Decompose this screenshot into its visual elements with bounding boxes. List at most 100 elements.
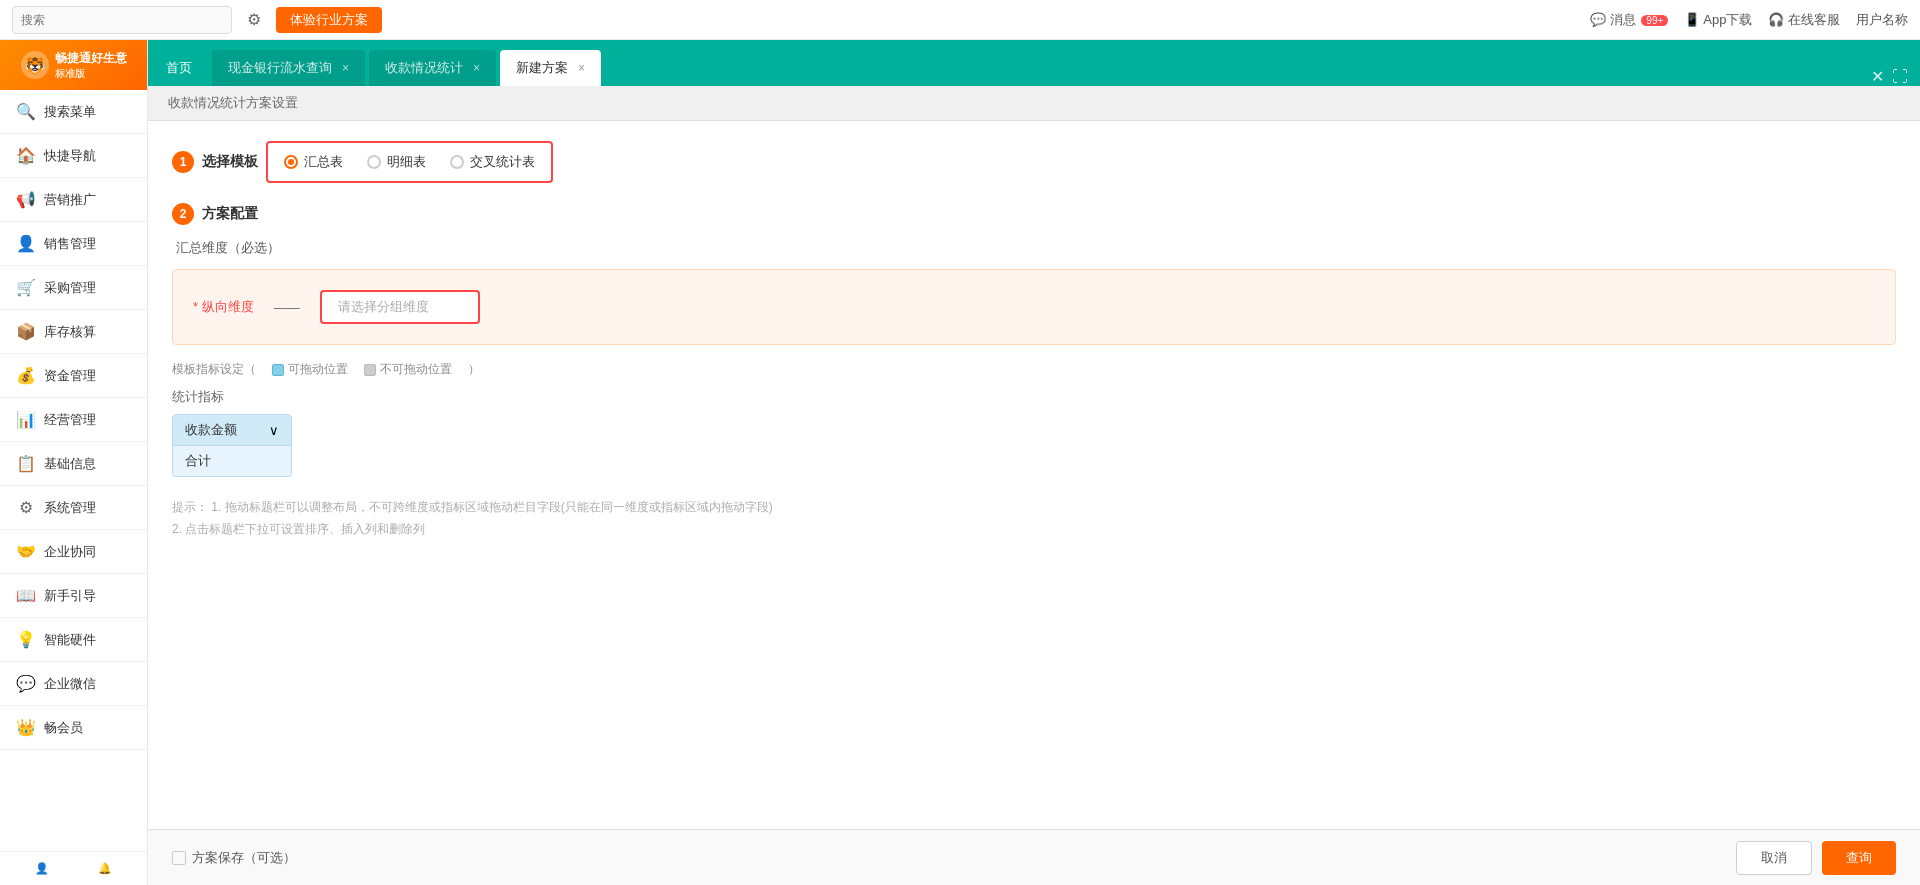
metrics-card-header[interactable]: 收款金额 ∨ xyxy=(173,415,291,446)
sidebar-item-member[interactable]: 👑 畅会员 xyxy=(0,706,147,750)
sidebar-item-label: 经营管理 xyxy=(44,411,96,429)
system-icon: ⚙ xyxy=(16,498,36,517)
step2-title: 方案配置 xyxy=(202,205,258,223)
save-plan-checkbox-box[interactable] xyxy=(172,851,186,865)
sidebar-item-purchase[interactable]: 🛒 采购管理 xyxy=(0,266,147,310)
tab-close-all-icon[interactable]: ✕ xyxy=(1871,67,1884,86)
sidebar-item-system[interactable]: ⚙ 系统管理 xyxy=(0,486,147,530)
dimension-label: * 纵向维度 xyxy=(193,298,254,316)
movable-tag: 可拖动位置 xyxy=(272,361,348,378)
tab-newplan-label: 新建方案 xyxy=(516,59,568,77)
sidebar-item-inventory[interactable]: 📦 库存核算 xyxy=(0,310,147,354)
sidebar-item-enterprise[interactable]: 🤝 企业协同 xyxy=(0,530,147,574)
footer-buttons: 取消 查询 xyxy=(1736,841,1896,875)
tab-expand-icon[interactable]: ⛶ xyxy=(1892,68,1908,86)
sidebar-item-label: 新手引导 xyxy=(44,587,96,605)
tab-collection-close[interactable]: × xyxy=(473,61,480,75)
sidebar-item-basic-info[interactable]: 📋 基础信息 xyxy=(0,442,147,486)
sidebar-user-icon[interactable]: 👤 xyxy=(35,862,49,875)
radio-detail[interactable]: 明细表 xyxy=(367,153,426,171)
radio-crosstab[interactable]: 交叉统计表 xyxy=(450,153,535,171)
fixed-tag: 不可拖动位置 xyxy=(364,361,452,378)
movable-label: 可拖动位置 xyxy=(288,361,348,378)
search-input[interactable] xyxy=(12,6,232,34)
tab-home-label: 首页 xyxy=(166,59,192,77)
plan-config: 汇总维度（必选） * 纵向维度 —— 请选择分组维度 模板指标设定（ xyxy=(172,239,1896,540)
sidebar-item-label: 采购管理 xyxy=(44,279,96,297)
metrics-section: 模板指标设定（ 可拖动位置 不可拖动位置 ） xyxy=(172,361,1896,477)
gear-icon[interactable]: ⚙ xyxy=(240,6,268,34)
tab-newplan-close[interactable]: × xyxy=(578,61,585,75)
basic-info-icon: 📋 xyxy=(16,454,36,473)
top-bar-right: 💬 消息 99+ 📱 App下载 🎧 在线客服 用户名称 xyxy=(1590,11,1908,29)
dimension-select[interactable]: 请选择分组维度 xyxy=(320,290,480,324)
dimension-area: * 纵向维度 —— 请选择分组维度 xyxy=(172,269,1896,345)
tab-home[interactable]: 首页 xyxy=(150,50,208,86)
metrics-header-label: 模板指标设定（ xyxy=(172,361,256,378)
sidebar-item-sales[interactable]: 👤 销售管理 xyxy=(0,222,147,266)
tab-bar-right: ✕ ⛶ xyxy=(1871,67,1920,86)
sidebar-item-finance[interactable]: 💰 资金管理 xyxy=(0,354,147,398)
radio-crosstab-circle xyxy=(450,155,464,169)
template-select-group: 汇总表 明细表 交叉统计表 xyxy=(266,141,553,183)
finance-icon: 💰 xyxy=(16,366,36,385)
sidebar-item-search[interactable]: 🔍 搜索菜单 xyxy=(0,90,147,134)
metrics-card-body: 合计 xyxy=(173,446,291,476)
sidebar-item-label: 快捷导航 xyxy=(44,147,96,165)
step1-header: 1 选择模板 汇总表 明细表 xyxy=(172,141,1896,183)
tip-line-1: 提示： 1. 拖动标题栏可以调整布局，不可跨维度或指标区域拖动栏目字段(只能在同… xyxy=(172,497,1896,519)
close-paren: ） xyxy=(468,361,480,378)
tip-line-2: 2. 点击标题栏下拉可设置排序、插入列和删除列 xyxy=(172,519,1896,541)
sidebar: 🐯 畅捷通好生意 标准版 🔍 搜索菜单 🏠 快捷导航 📢 营销推广 👤 销售管理… xyxy=(0,40,148,885)
home-icon: 🏠 xyxy=(16,146,36,165)
radio-summary-circle xyxy=(284,155,298,169)
query-button[interactable]: 查询 xyxy=(1822,841,1896,875)
radio-summary[interactable]: 汇总表 xyxy=(284,153,343,171)
sidebar-item-marketing[interactable]: 📢 营销推广 xyxy=(0,178,147,222)
sidebar-item-guide[interactable]: 📖 新手引导 xyxy=(0,574,147,618)
tab-collection[interactable]: 收款情况统计 × xyxy=(369,50,496,86)
service-link[interactable]: 🎧 在线客服 xyxy=(1768,11,1840,29)
sidebar-item-label: 畅会员 xyxy=(44,719,83,737)
tab-cashbank-label: 现金银行流水查询 xyxy=(228,59,332,77)
cancel-button[interactable]: 取消 xyxy=(1736,841,1812,875)
step1-section: 1 选择模板 汇总表 明细表 xyxy=(172,141,1896,183)
search-icon: 🔍 xyxy=(16,102,36,121)
sidebar-notify-icon[interactable]: 🔔 xyxy=(98,862,112,875)
sidebar-item-label: 系统管理 xyxy=(44,499,96,517)
sidebar-item-wechat[interactable]: 💬 企业微信 xyxy=(0,662,147,706)
tips-section: 提示： 1. 拖动标题栏可以调整布局，不可跨维度或指标区域拖动栏目字段(只能在同… xyxy=(172,497,1896,540)
breadcrumb: 收款情况统计方案设置 xyxy=(148,86,1920,121)
dimension-arrow: —— xyxy=(274,300,300,315)
sidebar-bottom: 👤 🔔 xyxy=(0,851,147,885)
sidebar-item-hardware[interactable]: 💡 智能硬件 xyxy=(0,618,147,662)
metrics-card-chevron-icon: ∨ xyxy=(269,423,279,438)
download-link[interactable]: 📱 App下载 xyxy=(1684,11,1752,29)
tab-cashbank[interactable]: 现金银行流水查询 × xyxy=(212,50,365,86)
message-link[interactable]: 💬 消息 99+ xyxy=(1590,11,1668,29)
tab-newplan[interactable]: 新建方案 × xyxy=(500,50,601,86)
guide-icon: 📖 xyxy=(16,586,36,605)
step2-section: 2 方案配置 汇总维度（必选） * 纵向维度 —— 请选择分组维度 xyxy=(172,203,1896,540)
metrics-category-label: 统计指标 xyxy=(172,388,1896,406)
sidebar-item-management[interactable]: 📊 经营管理 xyxy=(0,398,147,442)
tab-cashbank-close[interactable]: × xyxy=(342,61,349,75)
sidebar-item-label: 销售管理 xyxy=(44,235,96,253)
sidebar-item-label: 搜索菜单 xyxy=(44,103,96,121)
logo-icon: 🐯 xyxy=(21,51,49,79)
page-content: 收款情况统计方案设置 1 选择模板 汇总表 xyxy=(148,86,1920,885)
dimension-subsection-title: 汇总维度（必选） xyxy=(172,239,1896,257)
sidebar-item-nav[interactable]: 🏠 快捷导航 xyxy=(0,134,147,178)
save-plan-checkbox[interactable]: 方案保存（可选） xyxy=(172,849,296,867)
sidebar-item-label: 营销推广 xyxy=(44,191,96,209)
sidebar-item-label: 企业微信 xyxy=(44,675,96,693)
sidebar-item-label: 库存核算 xyxy=(44,323,96,341)
movable-dot xyxy=(272,364,284,376)
metrics-card-revenue: 收款金额 ∨ 合计 xyxy=(172,414,292,477)
member-icon: 👑 xyxy=(16,718,36,737)
sidebar-item-label: 智能硬件 xyxy=(44,631,96,649)
trial-button[interactable]: 体验行业方案 xyxy=(276,7,382,33)
radio-crosstab-label: 交叉统计表 xyxy=(470,153,535,171)
inventory-icon: 📦 xyxy=(16,322,36,341)
message-badge: 99+ xyxy=(1641,15,1668,26)
